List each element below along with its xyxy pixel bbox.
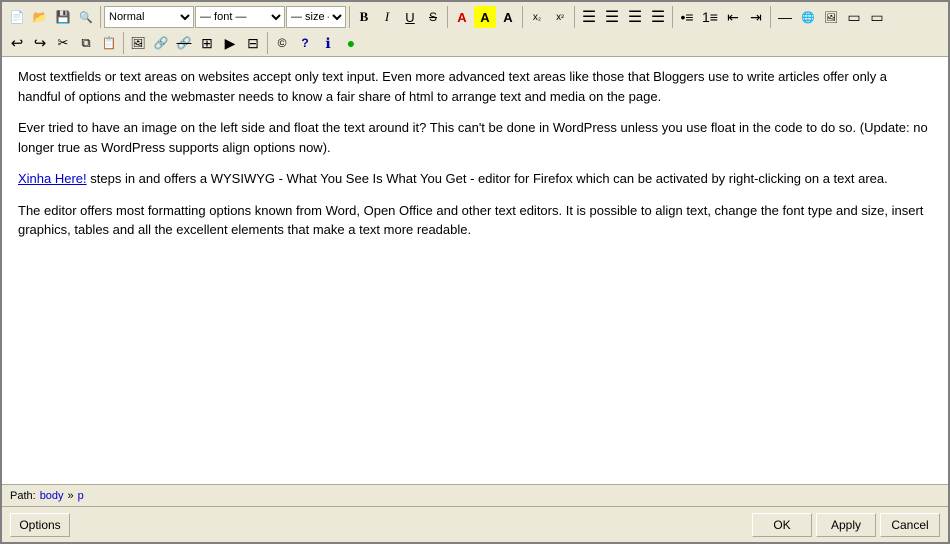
align-left-button[interactable]: ☰ — [578, 6, 600, 28]
align-center-button[interactable]: ☰ — [601, 6, 623, 28]
save-icon — [56, 10, 71, 24]
save-button[interactable] — [52, 6, 74, 28]
outdent-button[interactable]: ⇤ — [722, 6, 744, 28]
bottom-bar: Options OK Apply Cancel — [2, 506, 948, 542]
options-button[interactable]: Options — [10, 513, 70, 537]
strikethrough-button[interactable]: S — [422, 6, 444, 28]
sep2 — [349, 6, 350, 28]
help-button[interactable]: ? — [294, 32, 316, 54]
sep1 — [100, 6, 101, 28]
path-sep: » — [68, 490, 74, 502]
ordered-list-button[interactable]: 1≡ — [699, 6, 721, 28]
indent-button[interactable]: ⇥ — [745, 6, 767, 28]
underline-button[interactable]: U — [399, 6, 421, 28]
new-button[interactable] — [6, 6, 28, 28]
zoom-button[interactable] — [75, 6, 97, 28]
new-icon — [10, 10, 25, 24]
paste-button[interactable]: 📋 — [98, 32, 120, 54]
font-select[interactable]: — font — — [195, 6, 285, 28]
sep7 — [770, 6, 771, 28]
about-button[interactable]: ℹ — [317, 32, 339, 54]
toolbar-row-2: ↩ ↪ ✂ ⧉ 📋 🖼 🔗 🔗 ⊞ ▶ ⊟ © ? ℹ ● — [4, 30, 946, 56]
font-color-button[interactable]: A — [497, 6, 519, 28]
sep9 — [267, 32, 268, 54]
unordered-list-button[interactable]: •≡ — [676, 6, 698, 28]
dot-button[interactable]: ● — [340, 32, 362, 54]
editor-container: Normal Heading 1 Heading 2 Heading 3 Par… — [0, 0, 950, 544]
bottom-right: OK Apply Cancel — [752, 513, 940, 537]
p-link[interactable]: p — [78, 490, 84, 502]
ok-button[interactable]: OK — [752, 513, 812, 537]
table-button[interactable]: ⊞ — [196, 32, 218, 54]
paragraph-3-text: steps in and offers a WYSIWYG - What You… — [87, 171, 888, 186]
sep6 — [672, 6, 673, 28]
open-icon — [33, 10, 48, 24]
content-area[interactable]: Most textfields or text areas on website… — [2, 57, 948, 484]
image-button[interactable]: 🖼 — [820, 6, 842, 28]
image-icon: 🖼 — [824, 11, 838, 24]
align-right-button[interactable]: ☰ — [624, 6, 646, 28]
status-bar: Path: body » p — [2, 484, 948, 506]
zoom-icon — [79, 11, 93, 24]
paragraph-4: The editor offers most formatting option… — [18, 201, 932, 240]
box1-button[interactable]: ▭ — [843, 6, 865, 28]
insert-img-button[interactable]: 🖼 — [127, 32, 149, 54]
text-color-button[interactable]: A — [451, 6, 473, 28]
paragraph-2: Ever tried to have an image on the left … — [18, 118, 932, 157]
redo-button[interactable]: ↪ — [29, 32, 51, 54]
superscript-button[interactable]: x² — [549, 6, 571, 28]
hr-button[interactable]: — — [774, 6, 796, 28]
apply-button[interactable]: Apply — [816, 513, 876, 537]
globe-button[interactable]: 🌐 — [797, 6, 819, 28]
undo-button[interactable]: ↩ — [6, 32, 28, 54]
sep3 — [447, 6, 448, 28]
size-select[interactable]: — size — — [286, 6, 346, 28]
cut-button[interactable]: ✂ — [52, 32, 74, 54]
subscript-button[interactable]: x₂ — [526, 6, 548, 28]
sep8 — [123, 32, 124, 54]
pagebreak-button[interactable]: ⊟ — [242, 32, 264, 54]
italic-button[interactable]: I — [376, 6, 398, 28]
toolbar-row-1: Normal Heading 1 Heading 2 Heading 3 Par… — [4, 4, 946, 30]
cancel-button[interactable]: Cancel — [880, 513, 940, 537]
body-link[interactable]: body — [40, 490, 64, 502]
globe-icon: 🌐 — [801, 11, 815, 24]
sep5 — [574, 6, 575, 28]
path-label: Path: — [10, 490, 36, 502]
align-justify-button[interactable]: ☰ — [647, 6, 669, 28]
paragraph-3: Xinha Here! steps in and offers a WYSIWY… — [18, 169, 932, 189]
bg-color-button[interactable]: A — [474, 6, 496, 28]
box2-button[interactable]: ▭ — [866, 6, 888, 28]
copy-button[interactable]: ⧉ — [75, 32, 97, 54]
insert-media-button[interactable]: 🔗 — [173, 32, 195, 54]
style-select[interactable]: Normal Heading 1 Heading 2 Heading 3 Par… — [104, 6, 194, 28]
insert-link-button[interactable]: 🔗 — [150, 32, 172, 54]
special-char-button[interactable]: © — [271, 32, 293, 54]
toolbar-area: Normal Heading 1 Heading 2 Heading 3 Par… — [2, 2, 948, 57]
sep4 — [522, 6, 523, 28]
paragraph-1: Most textfields or text areas on website… — [18, 67, 932, 106]
media-button[interactable]: ▶ — [219, 32, 241, 54]
bold-button[interactable]: B — [353, 6, 375, 28]
bottom-left: Options — [10, 513, 70, 537]
open-button[interactable] — [29, 6, 51, 28]
xinha-link[interactable]: Xinha Here! — [18, 171, 87, 186]
